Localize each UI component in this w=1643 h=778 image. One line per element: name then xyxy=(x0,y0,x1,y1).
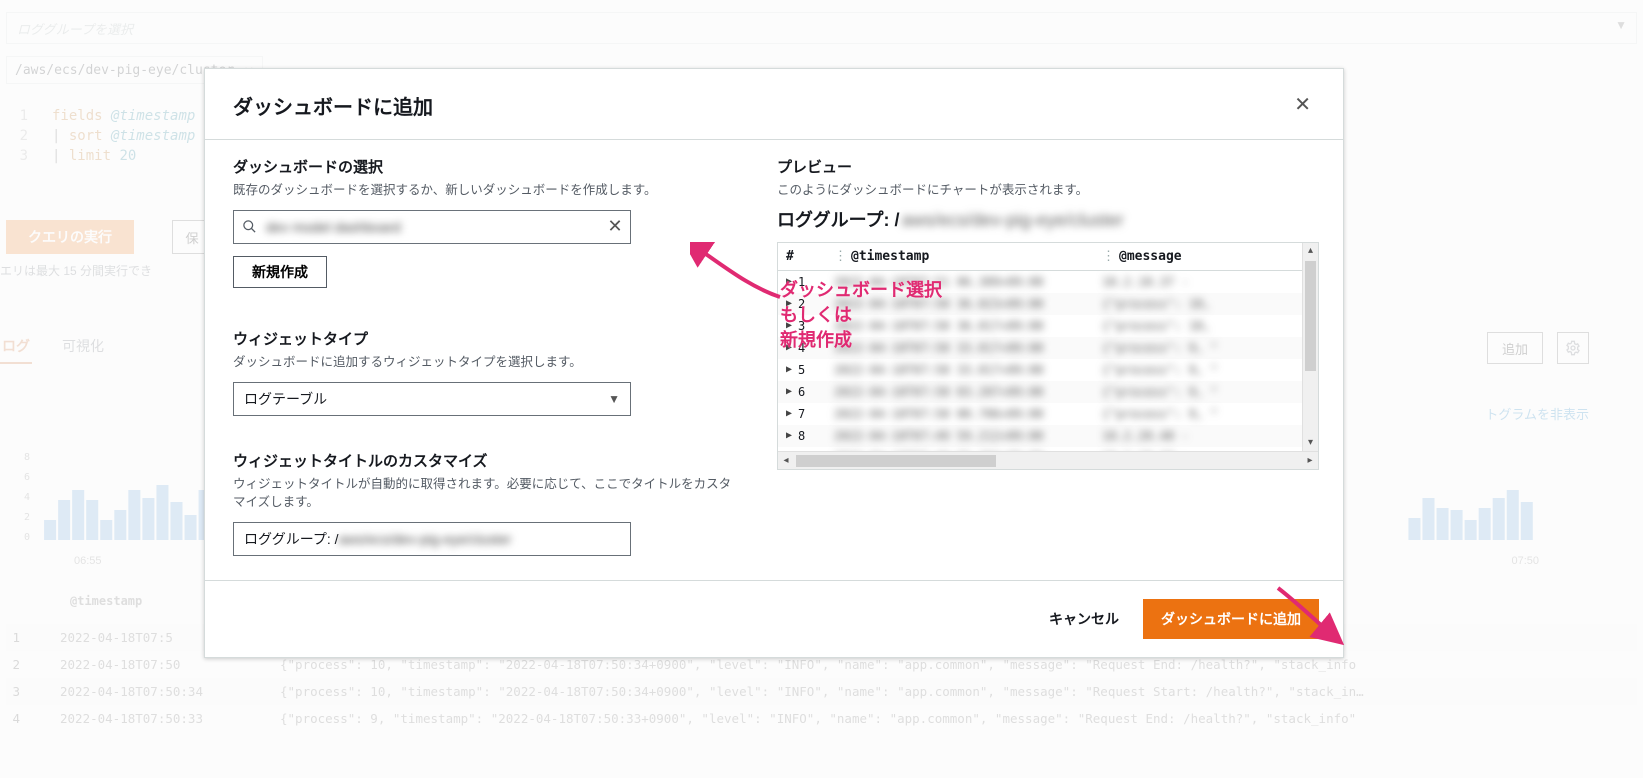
preview-row-msg: 10.2.10.37 - xyxy=(1102,275,1310,289)
preview-title: プレビュー xyxy=(777,156,1319,177)
preview-headline-prefix: ロググループ: / xyxy=(777,206,900,232)
preview-row-msg: {"process": 9, " xyxy=(1102,341,1310,355)
preview-col-timestamp: @timestamp xyxy=(851,249,929,264)
preview-row-ts: 2022-04-18T07:50 36.017+09:00 xyxy=(834,319,1102,333)
preview-row-num: 7 xyxy=(798,407,805,421)
scroll-left-icon[interactable]: ◂ xyxy=(778,452,794,470)
preview-rows: ▶ 1 2022-04-18T07:51 06.389+09:0010.2.10.3… xyxy=(778,271,1318,469)
add-to-dashboard-modal: ダッシュボードに追加 ✕ ダッシュボードの選択 既存のダッシュボードを選択するか… xyxy=(204,68,1344,658)
preview-row[interactable]: ▶ 8 2022-04-18T07:49 59.212+09:0010.2.20.4… xyxy=(778,425,1318,447)
preview-row[interactable]: ▶ 5 2022-04-18T07:50 33.017+09:00{"process… xyxy=(778,359,1318,381)
preview-horizontal-scrollbar[interactable]: ◂ ▸ xyxy=(778,451,1318,469)
preview-col-message: @message xyxy=(1119,249,1182,264)
preview-row[interactable]: ▶ 1 2022-04-18T07:51 06.389+09:0010.2.10.3… xyxy=(778,271,1318,293)
expand-row-icon[interactable]: ▶ xyxy=(786,386,792,397)
widget-title-prefix: ロググループ: / xyxy=(244,529,339,549)
preview-row-msg: 10.2.20.40 - xyxy=(1102,429,1310,443)
preview-headline: ロググループ: / aws/ecs/dev-pig-eye/cluster xyxy=(777,206,1319,232)
expand-row-icon[interactable]: ▶ xyxy=(786,320,792,331)
select-dashboard-title: ダッシュボードの選択 xyxy=(233,156,737,177)
expand-row-icon[interactable]: ▶ xyxy=(786,408,792,419)
widget-type-value: ログテーブル xyxy=(244,389,327,409)
preview-row-msg: {"process": 9, " xyxy=(1102,385,1310,399)
close-icon: ✕ xyxy=(607,216,622,236)
grip-icon: ⋮ xyxy=(834,249,847,264)
expand-row-icon[interactable]: ▶ xyxy=(786,430,792,441)
dashboard-search-input-wrap[interactable]: ✕ xyxy=(233,210,631,244)
preview-row-num: 1 xyxy=(798,275,805,289)
preview-row-num: 5 xyxy=(798,363,805,377)
scroll-right-icon[interactable]: ▸ xyxy=(1302,452,1318,470)
clear-search-button[interactable]: ✕ xyxy=(600,215,630,238)
widget-title-blurred: aws/ecs/dev-pig-eye/cluster xyxy=(339,531,512,547)
expand-row-icon[interactable]: ▶ xyxy=(786,342,792,353)
close-icon: ✕ xyxy=(1294,94,1311,116)
preview-row-num: 6 xyxy=(798,385,805,399)
dashboard-search-input[interactable] xyxy=(264,218,600,236)
preview-row-msg: {"process": 9, " xyxy=(1102,407,1310,421)
create-new-dashboard-button[interactable]: 新規作成 xyxy=(233,256,327,288)
preview-headline-blurred: aws/ecs/dev-pig-eye/cluster xyxy=(902,210,1124,231)
preview-col-num: # xyxy=(786,249,834,264)
scroll-up-icon[interactable]: ▴ xyxy=(1303,243,1318,259)
scroll-thumb[interactable] xyxy=(1305,261,1316,371)
widget-title-input[interactable]: ロググループ: / aws/ecs/dev-pig-eye/cluster xyxy=(233,522,631,556)
preview-help: このようにダッシュボードにチャートが表示されます。 xyxy=(777,181,1319,200)
add-to-dashboard-confirm-button[interactable]: ダッシュボードに追加 xyxy=(1143,599,1319,639)
preview-row[interactable]: ▶ 2 2022-04-18T07:50 36.023+09:00{"process… xyxy=(778,293,1318,315)
modal-title: ダッシュボードに追加 xyxy=(233,91,433,120)
select-dashboard-help: 既存のダッシュボードを選択するか、新しいダッシュボードを作成します。 xyxy=(233,181,737,200)
scroll-thumb[interactable] xyxy=(796,455,996,467)
preview-row[interactable]: ▶ 3 2022-04-18T07:50 36.017+09:00{"process… xyxy=(778,315,1318,337)
preview-row-ts: 2022-04-18T07:50 36.023+09:00 xyxy=(834,297,1102,311)
preview-row-ts: 2022-04-18T07:50 00.706+09:00 xyxy=(834,407,1102,421)
preview-row-ts: 2022-04-18T07:50 03.207+09:00 xyxy=(834,385,1102,399)
preview-row-msg: {"process": 10, xyxy=(1102,319,1310,333)
preview-vertical-scrollbar[interactable]: ▴ ▾ xyxy=(1302,243,1318,451)
preview-thead: # ⋮ @timestamp ⋮ @message xyxy=(778,243,1318,271)
preview-table: # ⋮ @timestamp ⋮ @message ▶ 1 2022-04-18T07:… xyxy=(777,242,1319,470)
preview-row[interactable]: ▶ 6 2022-04-18T07:50 03.207+09:00{"process… xyxy=(778,381,1318,403)
preview-row-ts: 2022-04-18T07:51 06.389+09:00 xyxy=(834,275,1102,289)
expand-row-icon[interactable]: ▶ xyxy=(786,364,792,375)
expand-row-icon[interactable]: ▶ xyxy=(786,276,792,287)
cancel-button[interactable]: キャンセル xyxy=(1035,601,1133,637)
expand-row-icon[interactable]: ▶ xyxy=(786,298,792,309)
preview-row[interactable]: ▶ 4 2022-04-18T07:50 33.017+09:00{"process… xyxy=(778,337,1318,359)
preview-row[interactable]: ▶ 7 2022-04-18T07:50 00.706+09:00{"process… xyxy=(778,403,1318,425)
widget-title-title: ウィジェットタイトルのカスタマイズ xyxy=(233,450,737,471)
widget-type-select[interactable]: ログテーブル ▼ xyxy=(233,382,631,416)
preview-row-ts: 2022-04-18T07:50 33.017+09:00 xyxy=(834,363,1102,377)
preview-row-ts: 2022-04-18T07:50 33.017+09:00 xyxy=(834,341,1102,355)
chevron-down-icon: ▼ xyxy=(608,392,620,406)
preview-row-num: 2 xyxy=(798,297,805,311)
widget-type-title: ウィジェットタイプ xyxy=(233,328,737,349)
preview-row-num: 8 xyxy=(798,429,805,443)
preview-row-num: 4 xyxy=(798,341,805,355)
scroll-down-icon[interactable]: ▾ xyxy=(1303,435,1318,451)
preview-row-msg: {"process": 9, " xyxy=(1102,363,1310,377)
search-icon xyxy=(234,219,264,234)
modal-close-button[interactable]: ✕ xyxy=(1290,91,1315,119)
widget-type-help: ダッシュボードに追加するウィジェットタイプを選択します。 xyxy=(233,353,737,372)
preview-row-ts: 2022-04-18T07:49 59.212+09:00 xyxy=(834,429,1102,443)
preview-row-msg: {"process": 10, xyxy=(1102,297,1310,311)
grip-icon: ⋮ xyxy=(1102,249,1115,264)
widget-title-help: ウィジェットタイトルが自動的に取得されます。必要に応じて、ここでタイトルをカスタ… xyxy=(233,475,737,513)
preview-row-num: 3 xyxy=(798,319,805,333)
